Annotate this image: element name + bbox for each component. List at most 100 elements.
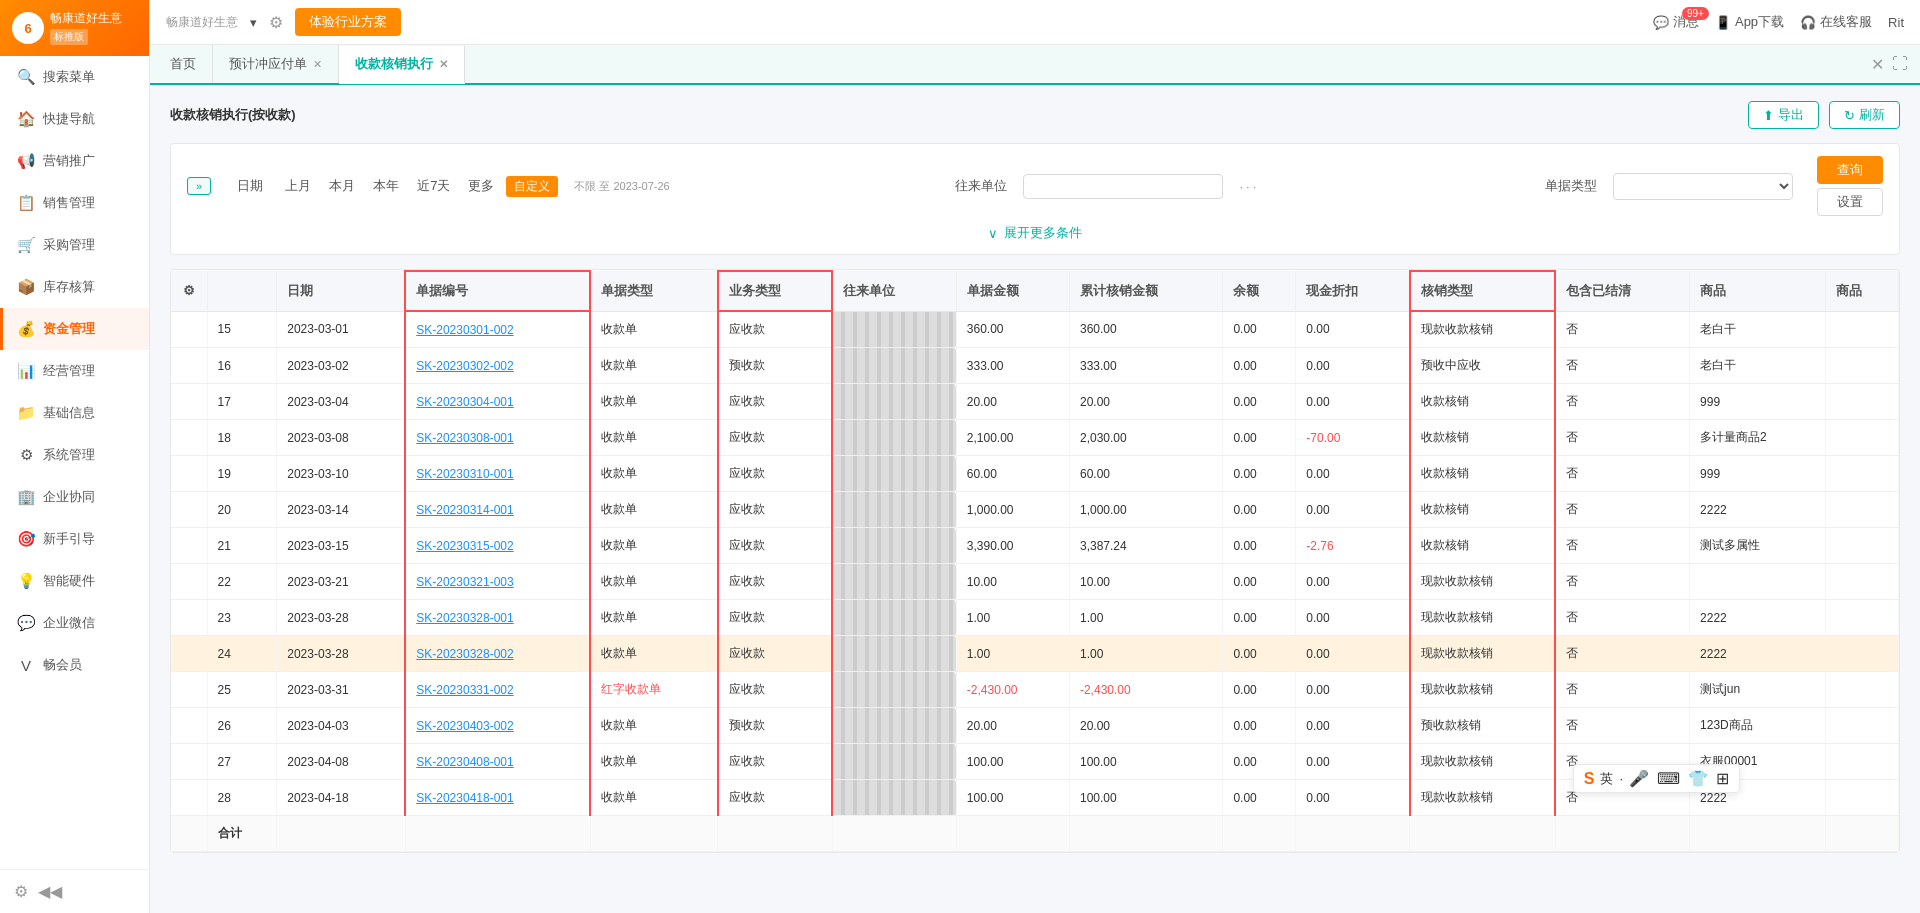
filter-area: » 日期 上月 本月 本年 近7天 更多 自定义 不限 至 2023-07-26… xyxy=(170,143,1900,255)
voucher-no-cell[interactable]: SK-20230328-002 xyxy=(405,636,590,672)
filter-dots: ··· xyxy=(1239,179,1259,194)
sidebar-item-guide[interactable]: 🎯 新手引导 xyxy=(0,518,149,560)
industry-btn[interactable]: 体验行业方案 xyxy=(295,8,401,36)
app-download-btn[interactable]: 📱 App下载 xyxy=(1715,13,1784,31)
voucher-no-cell[interactable]: SK-20230321-003 xyxy=(405,564,590,600)
table-cell: 应收款 xyxy=(718,492,833,528)
table-row[interactable]: 252023-03-31SK-20230331-002红字收款单应收款-2,43… xyxy=(171,672,1899,708)
sidebar-item-hardware[interactable]: 💡 智能硬件 xyxy=(0,560,149,602)
table-row[interactable]: 222023-03-21SK-20230321-003收款单应收款10.0010… xyxy=(171,564,1899,600)
collapse-icon[interactable]: ◀◀ xyxy=(38,882,62,901)
voucher-no-cell[interactable]: SK-20230302-002 xyxy=(405,348,590,384)
voucher-no-cell[interactable]: SK-20230301-002 xyxy=(405,311,590,348)
tab-receipt-close[interactable]: ✕ xyxy=(439,58,448,71)
voucher-no-cell[interactable]: SK-20230331-002 xyxy=(405,672,590,708)
tab-expand-icon[interactable]: ⛶ xyxy=(1892,55,1908,73)
voucher-no-cell[interactable]: SK-20230310-001 xyxy=(405,456,590,492)
table-cell: 15 xyxy=(207,311,277,348)
table-cell: 收款核销 xyxy=(1410,492,1556,528)
topbar-dropdown[interactable]: ▾ xyxy=(250,15,257,30)
sidebar-item-member[interactable]: V 畅会员 xyxy=(0,644,149,686)
export-btn[interactable]: ⬆ 导出 xyxy=(1748,101,1819,129)
table-cell: 999 xyxy=(1690,456,1826,492)
hardware-icon: 💡 xyxy=(17,572,35,590)
date-btn-7days[interactable]: 近7天 xyxy=(411,175,456,197)
tab-home[interactable]: 首页 xyxy=(154,45,213,83)
table-row[interactable]: 152023-03-01SK-20230301-002收款单应收款360.003… xyxy=(171,311,1899,348)
table-cell: 否 xyxy=(1555,636,1689,672)
table-cell xyxy=(832,744,956,780)
table-cell: 现款收款核销 xyxy=(1410,311,1556,348)
voucher-type-select[interactable] xyxy=(1613,173,1793,200)
topbar-gear-icon[interactable]: ⚙ xyxy=(269,13,283,32)
table-cell xyxy=(171,311,207,348)
service-btn[interactable]: 🎧 在线客服 xyxy=(1800,13,1872,31)
th-settings[interactable]: ⚙ xyxy=(171,271,207,311)
table-row[interactable]: 212023-03-15SK-20230315-002收款单应收款3,390.0… xyxy=(171,528,1899,564)
table-row[interactable]: 262023-04-03SK-20230403-002收款单预收款20.0020… xyxy=(171,708,1899,744)
date-btn-this-year[interactable]: 本年 xyxy=(367,175,405,197)
date-btn-this-month[interactable]: 本月 xyxy=(323,175,361,197)
date-custom-btn[interactable]: 自定义 xyxy=(506,176,558,197)
voucher-no-cell[interactable]: SK-20230418-001 xyxy=(405,780,590,816)
voucher-no-cell[interactable]: SK-20230308-001 xyxy=(405,420,590,456)
table-row[interactable]: 192023-03-10SK-20230310-001收款单应收款60.0060… xyxy=(171,456,1899,492)
table-cell: 1.00 xyxy=(1069,600,1222,636)
settings-bottom-icon[interactable]: ⚙ xyxy=(14,882,28,901)
table-cell: 收款核销 xyxy=(1410,420,1556,456)
table-cell: 收款核销 xyxy=(1410,528,1556,564)
voucher-no-cell[interactable]: SK-20230314-001 xyxy=(405,492,590,528)
filter-settings-btn[interactable]: 设置 xyxy=(1817,188,1883,216)
sidebar-item-sales[interactable]: 📋 销售管理 xyxy=(0,182,149,224)
expand-more-btn[interactable]: ∨ 展开更多条件 xyxy=(187,224,1883,242)
user-btn[interactable]: Rit xyxy=(1888,15,1904,30)
table-cell xyxy=(171,780,207,816)
table-cell xyxy=(1826,456,1899,492)
sidebar-item-inventory[interactable]: 📦 库存核算 xyxy=(0,266,149,308)
sidebar-item-enterprise[interactable]: 🏢 企业协同 xyxy=(0,476,149,518)
voucher-no-cell[interactable]: SK-20230328-001 xyxy=(405,600,590,636)
voucher-no-cell[interactable]: SK-20230304-001 xyxy=(405,384,590,420)
sidebar-item-wechat[interactable]: 💬 企业微信 xyxy=(0,602,149,644)
tab-close-all-icon[interactable]: ✕ xyxy=(1871,55,1884,74)
voucher-no-cell[interactable]: SK-20230403-002 xyxy=(405,708,590,744)
sidebar-item-purchase[interactable]: 🛒 采购管理 xyxy=(0,224,149,266)
grid-icon[interactable]: ⊞ xyxy=(1716,769,1729,788)
tab-prepay[interactable]: 预计冲应付单 ✕ xyxy=(213,45,339,83)
sidebar-item-search-menu[interactable]: 🔍 搜索菜单 xyxy=(0,56,149,98)
tab-prepay-close[interactable]: ✕ xyxy=(313,58,322,71)
voucher-no-cell[interactable]: SK-20230408-001 xyxy=(405,744,590,780)
table-row[interactable]: 232023-03-28SK-20230328-001收款单应收款1.001.0… xyxy=(171,600,1899,636)
table-cell: 0.00 xyxy=(1296,636,1410,672)
shirt-icon[interactable]: 👕 xyxy=(1688,769,1708,788)
table-row[interactable]: 182023-03-08SK-20230308-001收款单应收款2,100.0… xyxy=(171,420,1899,456)
partner-filter-input[interactable] xyxy=(1023,174,1223,199)
sidebar-item-system[interactable]: ⚙ 系统管理 xyxy=(0,434,149,476)
date-btn-last-month[interactable]: 上月 xyxy=(279,175,317,197)
tab-receipt[interactable]: 收款核销执行 ✕ xyxy=(339,46,465,84)
query-btn[interactable]: 查询 xyxy=(1817,156,1883,184)
sidebar-item-marketing[interactable]: 📢 营销推广 xyxy=(0,140,149,182)
mic-icon[interactable]: 🎤 xyxy=(1629,769,1649,788)
table-row[interactable]: 162023-03-02SK-20230302-002收款单预收款333.003… xyxy=(171,348,1899,384)
sidebar-item-basic-info[interactable]: 📁 基础信息 xyxy=(0,392,149,434)
refresh-btn[interactable]: ↻ 刷新 xyxy=(1829,101,1900,129)
table-row[interactable]: 242023-03-28SK-20230328-002收款单应收款1.001.0… xyxy=(171,636,1899,672)
messages-btn[interactable]: 💬 消息 99+ xyxy=(1653,13,1699,31)
table-row[interactable]: 172023-03-04SK-20230304-001收款单应收款20.0020… xyxy=(171,384,1899,420)
table-cell: 收款单 xyxy=(590,492,717,528)
user-label: Rit xyxy=(1888,15,1904,30)
sidebar-item-operations[interactable]: 📊 经营管理 xyxy=(0,350,149,392)
sidebar-item-quick-nav[interactable]: 🏠 快捷导航 xyxy=(0,98,149,140)
watermark-s-icon: S xyxy=(1584,770,1595,788)
toggle-filter-btn[interactable]: » xyxy=(187,177,211,195)
voucher-no-cell[interactable]: SK-20230315-002 xyxy=(405,528,590,564)
table-row[interactable]: 202023-03-14SK-20230314-001收款单应收款1,000.0… xyxy=(171,492,1899,528)
keyboard-icon[interactable]: ⌨ xyxy=(1657,769,1680,788)
table-cell: 收款单 xyxy=(590,780,717,816)
total-cell xyxy=(832,816,956,852)
date-btn-more[interactable]: 更多 xyxy=(462,175,500,197)
table-cell: 否 xyxy=(1555,384,1689,420)
table-cell xyxy=(171,564,207,600)
sidebar-item-finance[interactable]: 💰 资金管理 xyxy=(0,308,149,350)
